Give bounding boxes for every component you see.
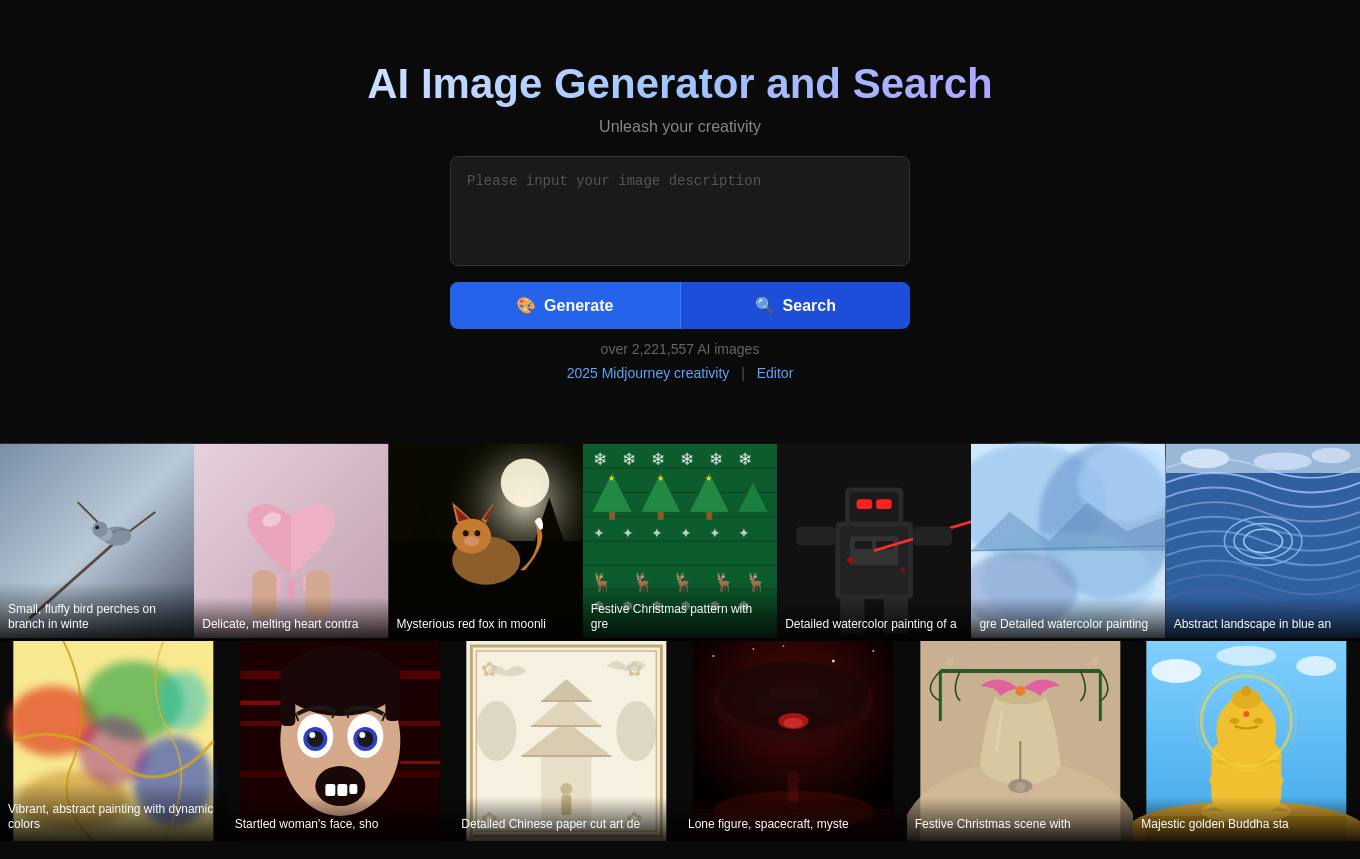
action-buttons: 🎨 Generate 🔍 Search [450,282,910,329]
gallery-item-robot[interactable]: Detailed watercolor painting of a [777,441,971,641]
nav-links: 2025 Midjourney creativity | Editor [20,365,1340,381]
gallery-item-buddha[interactable]: Majestic golden Buddha sta [1133,641,1360,841]
page-title: AI Image Generator and Search [20,60,1340,108]
search-label: Search [783,297,836,315]
gallery-item-heart[interactable]: Delicate, melting heart contra [194,441,388,641]
editor-link[interactable]: Editor [757,365,794,381]
search-button[interactable]: 🔍 Search [680,282,911,329]
gallery-row-1: Small, fluffy bird perches on branch in … [0,441,1360,641]
gallery-item-spacecraft[interactable]: Lone figure, spacecraft, myste [680,641,907,841]
generate-icon: 🎨 [516,296,536,315]
gallery-item-ink[interactable]: Vibrant, abstract painting with dynamic … [0,641,227,841]
gallery-item-scared[interactable]: Startled woman's face, sho [227,641,454,841]
gallery-row-2: Vibrant, abstract painting with dynamic … [0,641,1360,841]
search-icon: 🔍 [755,296,775,315]
gallery-item-bell[interactable]: ❄ ❄ Festive Christmas scene with [907,641,1134,841]
gallery-item-chinese[interactable]: ✿ ✿ ✿ ✿ Detailed Chinese paper cut art d… [453,641,680,841]
images-count: over 2,221,557 AI images [20,341,1340,357]
generate-button[interactable]: 🎨 Generate [450,282,680,329]
generate-label: Generate [544,297,613,315]
gallery-item-abstract-blue[interactable]: Abstract landscape in blue an [1166,441,1360,641]
image-description-input[interactable] [450,156,910,266]
page-subtitle: Unleash your creativity [20,118,1340,136]
links-separator: | [741,365,745,381]
midjourney-link[interactable]: 2025 Midjourney creativity [567,365,730,381]
gallery-item-watercolor[interactable]: gre Detailed watercolor painting [971,441,1165,641]
gallery-item-christmas[interactable]: ❄ ❄ ❄ ❄ ❄ ❄ ★ ★ ★ ✦ ✦ ✦ ✦ ✦ ✦ 🦌 🦌 🦌 🦌 🦌 [583,441,777,641]
gallery-item-bird[interactable]: Small, fluffy bird perches on branch in … [0,441,194,641]
gallery-item-fox[interactable]: Mysterious red fox in moonli [389,441,583,641]
